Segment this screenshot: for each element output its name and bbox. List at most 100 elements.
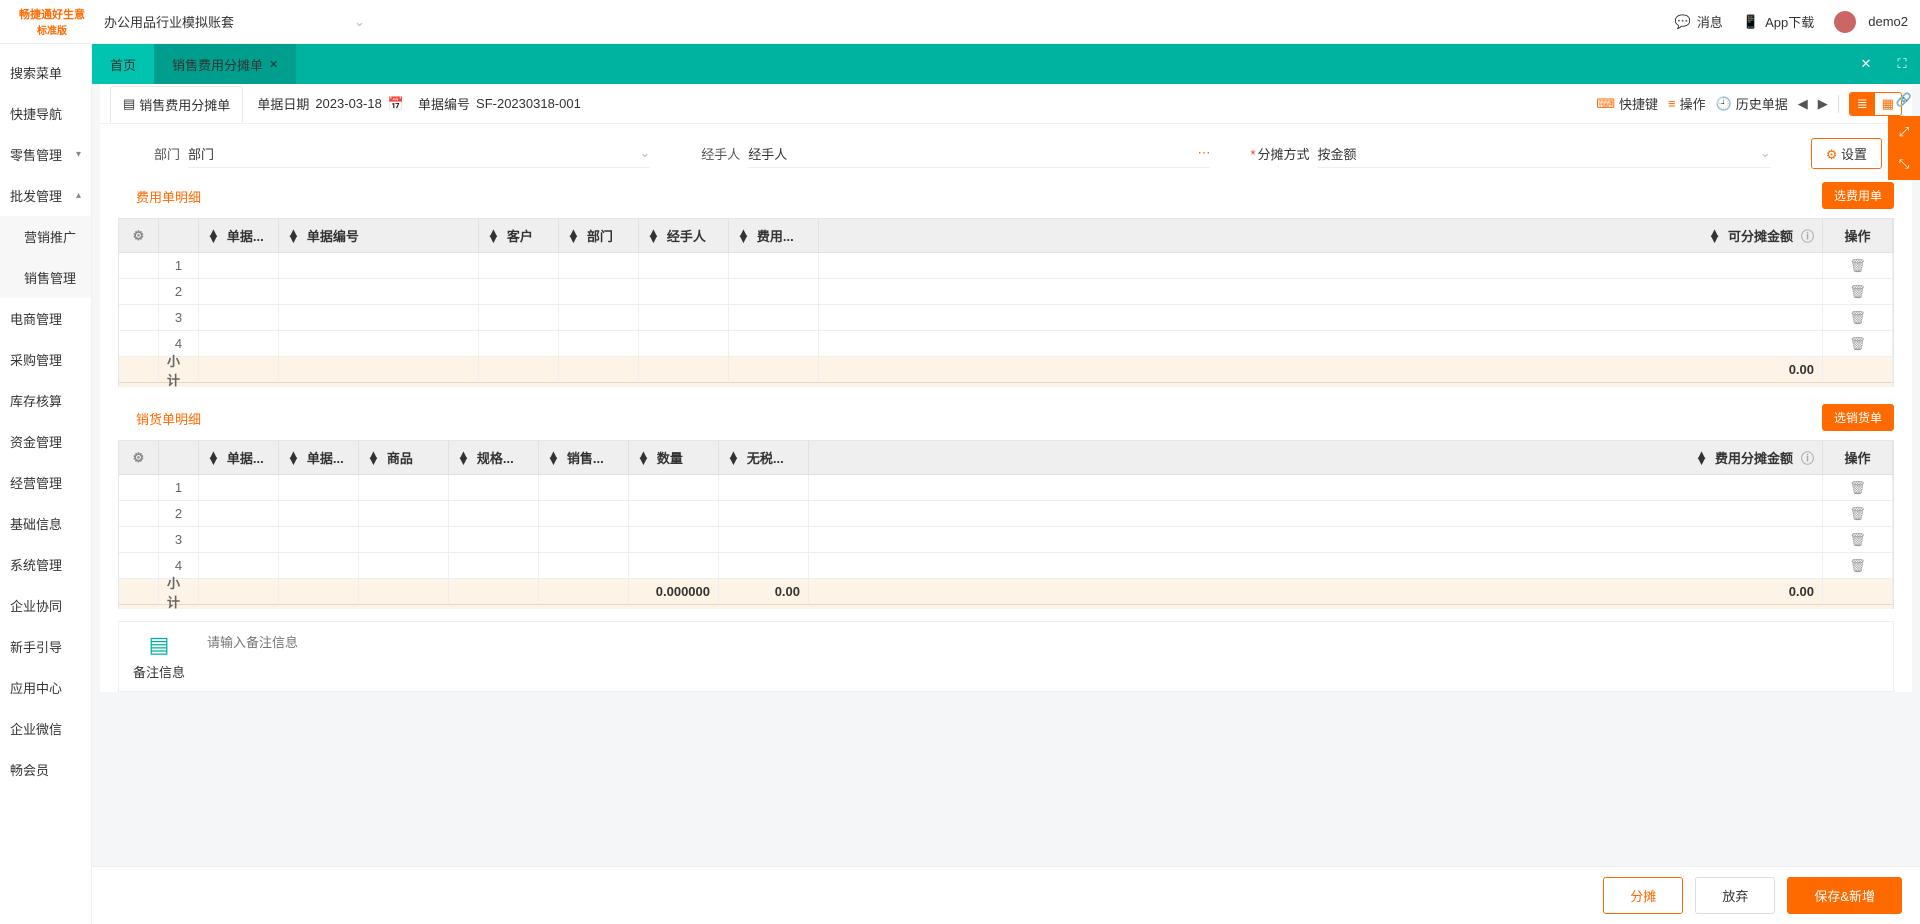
message-icon: 💬 [1675,14,1691,30]
tab-close-all[interactable]: ✕ [1848,56,1884,72]
allocate-button[interactable]: 分摊 [1603,877,1683,914]
col-header[interactable]: ▲▼客户 [479,219,559,253]
gear-icon[interactable]: ⚙ [119,219,159,253]
messages-link[interactable]: 💬 消息 [1675,12,1723,31]
col-header[interactable]: ▲▼部门 [559,219,639,253]
field-dept[interactable]: 部门 部门⌄ [130,140,650,168]
table-row[interactable]: 3🗑 [119,527,1893,553]
discard-button[interactable]: 放弃 [1695,877,1775,914]
field-method[interactable]: *分摊方式 按金额⌄ [1250,140,1770,168]
expense-grid: ⚙ ▲▼单据...▲▼单据编号▲▼客户▲▼部门▲▼经手人▲▼费用...▲▼可分摊金… [118,218,1894,387]
settings-button[interactable]: ⚙ 设置 [1811,138,1882,169]
rail-expand[interactable]: ⤢ [1888,116,1920,148]
footer-actions: 分摊 放弃 保存&新增 [92,866,1920,924]
table-row[interactable]: 2🗑 [119,501,1893,527]
form-row: 部门 部门⌄ 经手人 经手人⋯ *分摊方式 按金额⌄ ⚙ 设置 [100,124,1912,179]
note-icon: ▤ [149,632,170,658]
col-header[interactable]: ▲▼单据编号 [279,219,479,253]
rail-attach[interactable]: 🔗 [1888,84,1920,116]
side-rail: 🔗 ⤢ ⤡ [1888,84,1920,180]
sidebar-item[interactable]: 零售管理▾ [0,134,91,175]
delete-icon[interactable]: 🗑 [1823,279,1893,305]
col-header[interactable]: ▲▼无税... [719,441,809,475]
col-header[interactable]: ▲▼可分摊金额 ⓘ [819,219,1823,253]
tab-active[interactable]: 销售费用分摊单 ✕ [154,44,296,84]
remarks-input[interactable] [207,632,1883,672]
sidebar-item[interactable]: 快捷导航 [0,93,91,134]
col-header[interactable]: ▲▼单据... [279,441,359,475]
history-icon: 🕘 [1716,96,1732,112]
ops-button[interactable]: ≡操作 [1668,94,1706,113]
sidebar-item[interactable]: 经营管理 [0,462,91,503]
table-row[interactable]: 3🗑 [119,305,1893,331]
sidebar: 搜索菜单快捷导航零售管理▾批发管理▴营销推广销售管理电商管理采购管理库存核算资金… [0,44,92,924]
shortcut-button[interactable]: ⌨快捷键 [1596,94,1658,113]
sidebar-item[interactable]: 新手引导 [0,626,91,667]
table-row[interactable]: 1🗑 [119,253,1893,279]
field-handler[interactable]: 经手人 经手人⋯ [690,140,1210,168]
tab-fullscreen[interactable]: ⛶ [1884,56,1920,72]
delete-icon[interactable]: 🗑 [1823,253,1893,279]
col-header[interactable]: ▲▼经手人 [639,219,729,253]
delete-icon[interactable]: 🗑 [1823,501,1893,527]
delete-icon[interactable]: 🗑 [1823,331,1893,357]
select-expense-button[interactable]: 选费用单 [1822,182,1894,209]
col-header[interactable]: ▲▼销售... [539,441,629,475]
sidebar-item[interactable]: 搜索菜单 [0,52,91,93]
delete-icon[interactable]: 🗑 [1823,527,1893,553]
view-list[interactable]: ≣ [1850,93,1875,115]
subtotal-row: 小计0.0000000.000.00 [119,579,1893,609]
chevron-down-icon: ⌄ [1760,145,1771,161]
subtotal-row: 小计0.00 [119,357,1893,387]
keyboard-icon: ⌨ [1596,96,1615,112]
sidebar-item[interactable]: 电商管理 [0,298,91,339]
sidebar-item[interactable]: 营销推广 [0,216,91,257]
user-menu[interactable]: demo2 [1834,11,1908,33]
sidebar-item[interactable]: 采购管理 [0,339,91,380]
doc-date[interactable]: 单据日期 2023-03-18 📅 [257,94,404,113]
sidebar-item[interactable]: 销售管理 [0,257,91,298]
document-title-tab: ▤ 销售费用分摊单 [110,86,243,123]
sidebar-item[interactable]: 企业协同 [0,585,91,626]
rail-expand-2[interactable]: ⤡ [1888,148,1920,180]
col-header[interactable]: ▲▼费用分摊金额 ⓘ [809,441,1823,475]
document-icon: ▤ [123,96,135,112]
gear-icon[interactable]: ⚙ [119,441,159,475]
table-row[interactable]: 1🗑 [119,475,1893,501]
table-row[interactable]: 4🗑 [119,553,1893,579]
sidebar-item[interactable]: 库存核算 [0,380,91,421]
col-header[interactable]: ▲▼单据... [199,219,279,253]
sidebar-item[interactable]: 批发管理▴ [0,175,91,216]
sales-grid: ⚙▲▼单据...▲▼单据...▲▼商品▲▼规格...▲▼销售...▲▼数量▲▼无… [118,440,1894,609]
history-button[interactable]: 🕘历史单据 [1716,94,1788,113]
calendar-icon: 📅 [388,96,404,112]
business-select[interactable]: 办公用品行业模拟账套 ⌄ [104,12,365,31]
col-header[interactable]: ▲▼商品 [359,441,449,475]
section-title-sales: 销货单明细 [118,401,219,434]
sidebar-item[interactable]: 基础信息 [0,503,91,544]
col-header[interactable]: ▲▼规格... [449,441,539,475]
table-row[interactable]: 4🗑 [119,331,1893,357]
select-sales-button[interactable]: 选销货单 [1822,404,1894,431]
col-header[interactable]: ▲▼费用... [729,219,819,253]
delete-icon[interactable]: 🗑 [1823,475,1893,501]
sidebar-item[interactable]: 畅会员 [0,749,91,790]
tab-home[interactable]: 首页 [92,44,154,84]
col-header[interactable]: ▲▼数量 [629,441,719,475]
delete-icon[interactable]: 🗑 [1823,305,1893,331]
sidebar-item[interactable]: 应用中心 [0,667,91,708]
sidebar-item[interactable]: 系统管理 [0,544,91,585]
next-button[interactable]: ▶ [1818,96,1828,112]
sidebar-item[interactable]: 资金管理 [0,421,91,462]
save-new-button[interactable]: 保存&新增 [1787,877,1902,914]
col-header[interactable]: ▲▼单据... [199,441,279,475]
prev-button[interactable]: ◀ [1798,96,1808,112]
chevron-down-icon: ⌄ [639,145,650,161]
app-download-link[interactable]: 📱 App下载 [1743,12,1814,31]
more-icon: ⋯ [1197,145,1210,161]
table-row[interactable]: 2🗑 [119,279,1893,305]
delete-icon[interactable]: 🗑 [1823,553,1893,579]
document-header: ▤ 销售费用分摊单 单据日期 2023-03-18 📅 单据编号 SF-2023… [100,84,1912,124]
close-icon[interactable]: ✕ [269,58,278,71]
sidebar-item[interactable]: 企业微信 [0,708,91,749]
